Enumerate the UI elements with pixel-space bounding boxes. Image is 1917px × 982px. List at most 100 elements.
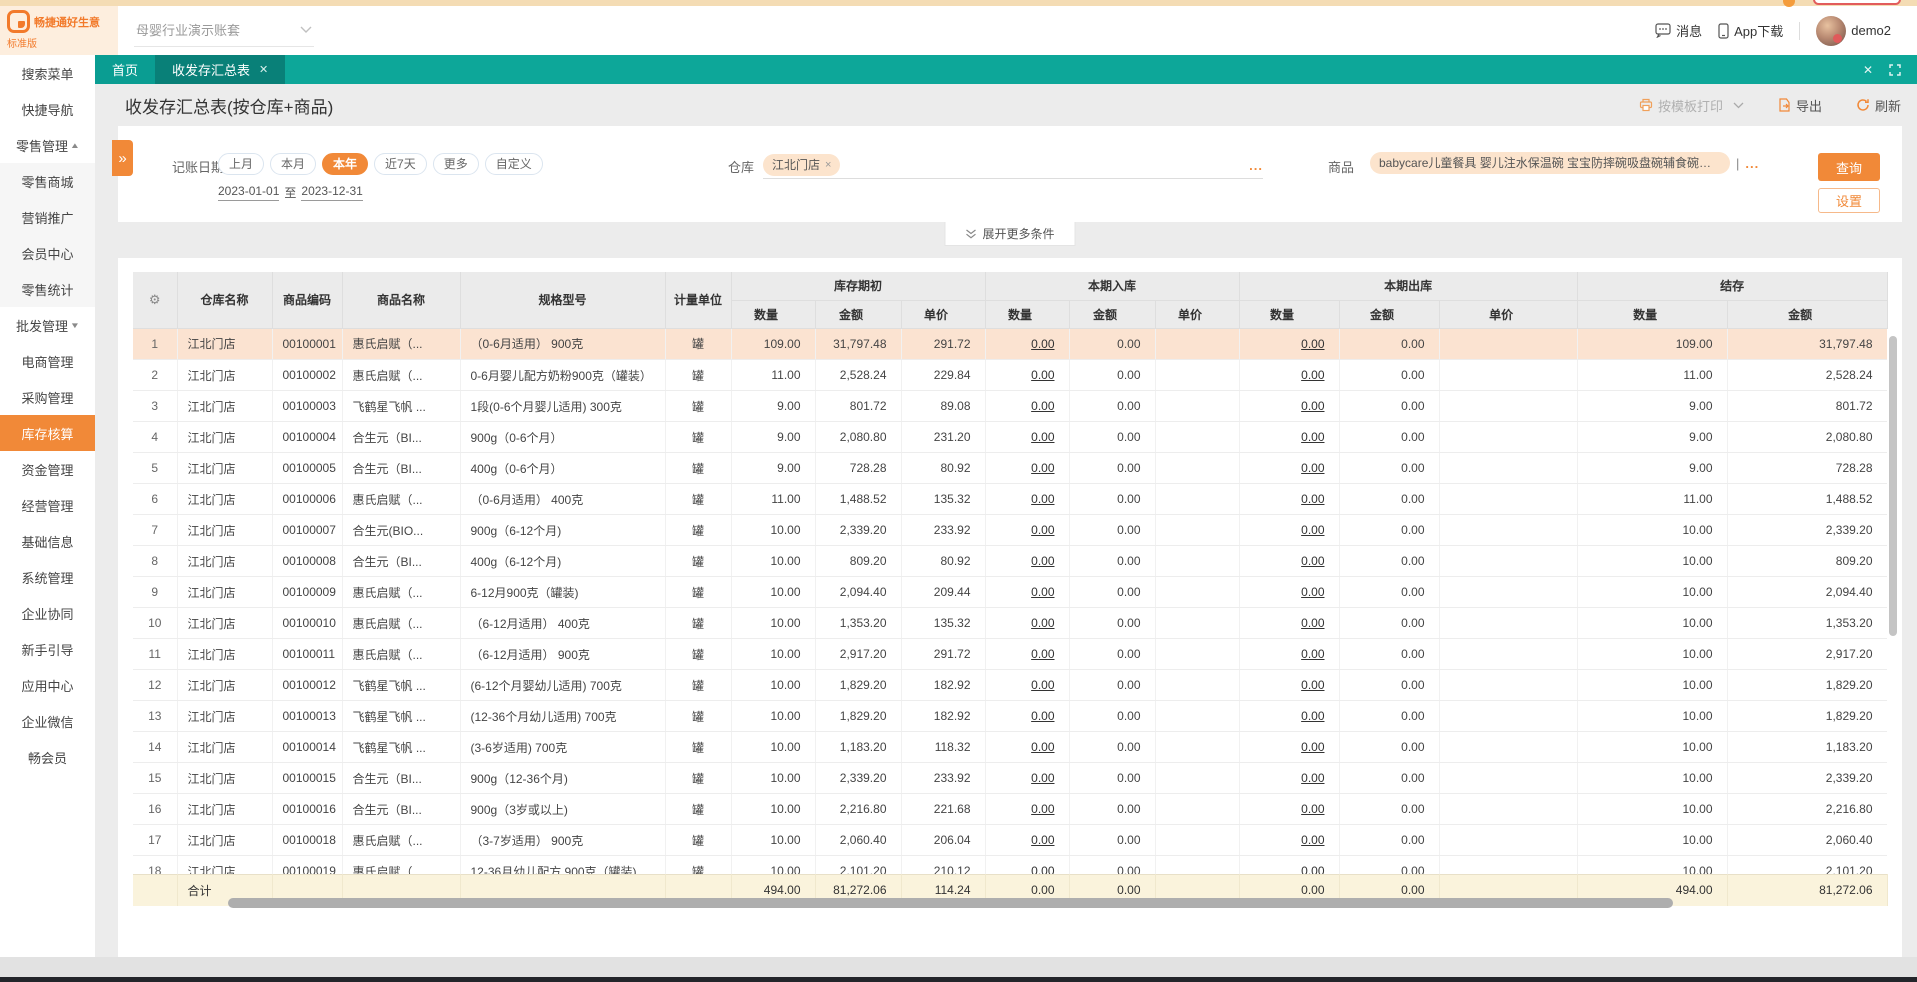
sidebar-item-新手引导[interactable]: 新手引导 bbox=[0, 631, 95, 667]
sidebar-item-基础信息[interactable]: 基础信息 bbox=[0, 523, 95, 559]
quantity-drill-link[interactable]: 0.00 bbox=[1031, 399, 1054, 413]
cell-i_qty[interactable]: 0.00 bbox=[985, 762, 1070, 794]
cell-i_qty[interactable]: 0.00 bbox=[985, 545, 1070, 577]
vertical-scrollbar-thumb[interactable] bbox=[1889, 336, 1897, 636]
expand-more-conditions-button[interactable]: 展开更多条件 bbox=[944, 222, 1076, 246]
cell-o_qty[interactable]: 0.00 bbox=[1239, 731, 1340, 763]
sidebar-item-资金管理[interactable]: 资金管理 bbox=[0, 451, 95, 487]
quantity-drill-link[interactable]: 0.00 bbox=[1031, 461, 1054, 475]
table-row[interactable]: 1 江北门店 00100001 惠氏启赋（... （0-6月适用） 900克罐 109.0… bbox=[133, 328, 1887, 360]
cell-i_qty[interactable]: 0.00 bbox=[985, 483, 1070, 515]
table-row[interactable]: 8 江北门店 00100008 合生元（BI... 400g（6-12个月) 罐 10.00… bbox=[133, 545, 1887, 577]
quantity-drill-link[interactable]: 0.00 bbox=[1301, 523, 1324, 537]
cell-o_qty[interactable]: 0.00 bbox=[1239, 359, 1340, 391]
warehouse-more-button[interactable]: ... bbox=[1249, 158, 1263, 173]
cell-i_qty[interactable]: 0.00 bbox=[985, 638, 1070, 670]
quantity-drill-link[interactable]: 0.00 bbox=[1031, 430, 1054, 444]
sidebar-item-零售统计[interactable]: 零售统计 bbox=[0, 271, 95, 307]
cell-i_qty[interactable]: 0.00 bbox=[985, 855, 1070, 874]
sidebar-item-搜索菜单[interactable]: 搜索菜单 bbox=[0, 55, 95, 91]
table-row[interactable]: 18 江北门店 00100019 惠氏启赋（... 12-36月幼儿配方 900克（罐装… bbox=[133, 855, 1887, 874]
quantity-drill-link[interactable]: 0.00 bbox=[1031, 647, 1054, 661]
cell-o_qty[interactable]: 0.00 bbox=[1239, 545, 1340, 577]
sidebar-item-应用中心[interactable]: 应用中心 bbox=[0, 667, 95, 703]
warehouse-input[interactable]: 江北门店 × ... bbox=[763, 152, 1263, 179]
cell-i_qty[interactable]: 0.00 bbox=[985, 793, 1070, 825]
quantity-drill-link[interactable]: 0.00 bbox=[1031, 678, 1054, 692]
tab-首页[interactable]: 首页 bbox=[95, 55, 156, 84]
quantity-drill-link[interactable]: 0.00 bbox=[1031, 771, 1054, 785]
quantity-drill-link[interactable]: 0.00 bbox=[1301, 647, 1324, 661]
quantity-drill-link[interactable]: 0.00 bbox=[1301, 585, 1324, 599]
tab-收发存汇总表[interactable]: 收发存汇总表 ✕ bbox=[155, 55, 286, 84]
sidebar-item-经营管理[interactable]: 经营管理 bbox=[0, 487, 95, 523]
cell-i_qty[interactable]: 0.00 bbox=[985, 731, 1070, 763]
quantity-drill-link[interactable]: 0.00 bbox=[1301, 430, 1324, 444]
cell-i_qty[interactable]: 0.00 bbox=[985, 607, 1070, 639]
refresh-button[interactable]: 刷新 bbox=[1856, 96, 1901, 115]
cell-o_qty[interactable]: 0.00 bbox=[1239, 669, 1340, 701]
close-all-tabs-icon[interactable]: ✕ bbox=[1863, 63, 1873, 77]
sidebar-item-零售商城[interactable]: 零售商城 bbox=[0, 163, 95, 199]
quantity-drill-link[interactable]: 0.00 bbox=[1301, 802, 1324, 816]
quantity-drill-link[interactable]: 0.00 bbox=[1301, 492, 1324, 506]
cell-o_qty[interactable]: 0.00 bbox=[1239, 421, 1340, 453]
export-button[interactable]: 导出 bbox=[1778, 96, 1822, 115]
query-button[interactable]: 查询 bbox=[1818, 153, 1880, 181]
cell-i_qty[interactable]: 0.00 bbox=[985, 824, 1070, 856]
quantity-drill-link[interactable]: 0.00 bbox=[1301, 554, 1324, 568]
table-row[interactable]: 4 江北门店 00100004 合生元（BI... 900g（0-6个月）罐 9.00 2,… bbox=[133, 421, 1887, 453]
table-row[interactable]: 3 江北门店 00100003 飞鹤星飞帆 ... 1段(0-6个月婴儿适用) 300克… bbox=[133, 390, 1887, 422]
sidebar-item-电商管理[interactable]: 电商管理 bbox=[0, 343, 95, 379]
app-logo[interactable]: 畅捷通好生意 标准版 bbox=[0, 6, 118, 55]
cell-i_qty[interactable]: 0.00 bbox=[985, 700, 1070, 732]
table-row[interactable]: 13 江北门店 00100013 飞鹤星飞帆 ... (12-36个月幼儿适用) 700… bbox=[133, 700, 1887, 732]
sidebar-item-库存核算[interactable]: 库存核算 bbox=[0, 415, 95, 451]
table-row[interactable]: 11 江北门店 00100011 惠氏启赋（... （6-12月适用） 900克罐 10.… bbox=[133, 638, 1887, 670]
date-start-value[interactable]: 2023-01-01 bbox=[218, 184, 280, 201]
table-row[interactable]: 12 江北门店 00100012 飞鹤星飞帆 ... (6-12个月婴幼儿适用) 700… bbox=[133, 669, 1887, 701]
warehouse-tag-close-icon[interactable]: × bbox=[825, 154, 831, 176]
quantity-drill-link[interactable]: 0.00 bbox=[1031, 802, 1054, 816]
quantity-drill-link[interactable]: 0.00 bbox=[1301, 678, 1324, 692]
date-preset-本月[interactable]: 本月 bbox=[270, 153, 317, 175]
sidebar-item-采购管理[interactable]: 采购管理 bbox=[0, 379, 95, 415]
cell-i_qty[interactable]: 0.00 bbox=[985, 452, 1070, 484]
cell-i_qty[interactable]: 0.00 bbox=[985, 359, 1070, 391]
date-preset-上月[interactable]: 上月 bbox=[218, 153, 265, 175]
table-row[interactable]: 7 江北门店 00100007 合生元(BIO... 900g（6-12个月) 罐 10.0… bbox=[133, 514, 1887, 546]
date-preset-自定义[interactable]: 自定义 bbox=[484, 153, 543, 175]
table-row[interactable]: 2 江北门店 00100002 惠氏启赋（... 0-6月婴儿配方奶粉900克（罐装）罐… bbox=[133, 359, 1887, 391]
sidebar-item-营销推广[interactable]: 营销推广 bbox=[0, 199, 95, 235]
cell-o_qty[interactable]: 0.00 bbox=[1239, 607, 1340, 639]
sidebar-item-畅会员[interactable]: 畅会员 bbox=[0, 739, 95, 775]
quantity-drill-link[interactable]: 0.00 bbox=[1031, 523, 1054, 537]
print-dropdown-toggle[interactable] bbox=[1733, 102, 1744, 109]
cell-i_qty[interactable]: 0.00 bbox=[985, 669, 1070, 701]
gear-icon[interactable]: ⚙ bbox=[149, 292, 161, 307]
quantity-drill-link[interactable]: 0.00 bbox=[1301, 399, 1324, 413]
quantity-drill-link[interactable]: 0.00 bbox=[1031, 740, 1054, 754]
quantity-drill-link[interactable]: 0.00 bbox=[1031, 616, 1054, 630]
table-row[interactable]: 5 江北门店 00100005 合生元（BI... 400g（0-6个月）罐 9.00 72… bbox=[133, 452, 1887, 484]
quantity-drill-link[interactable]: 0.00 bbox=[1031, 864, 1054, 874]
sidebar-item-企业协同[interactable]: 企业协同 bbox=[0, 595, 95, 631]
cell-i_qty[interactable]: 0.00 bbox=[985, 514, 1070, 546]
quantity-drill-link[interactable]: 0.00 bbox=[1031, 368, 1054, 382]
quantity-drill-link[interactable]: 0.00 bbox=[1031, 709, 1054, 723]
quantity-drill-link[interactable]: 0.00 bbox=[1031, 585, 1054, 599]
product-more-button[interactable]: ... bbox=[1745, 156, 1759, 171]
messages-button[interactable]: 消息 bbox=[1655, 21, 1702, 40]
cell-o_qty[interactable]: 0.00 bbox=[1239, 762, 1340, 794]
cell-o_qty[interactable]: 0.00 bbox=[1239, 514, 1340, 546]
sidebar-item-批发管理[interactable]: 批发管理 ▼ bbox=[0, 307, 95, 343]
quantity-drill-link[interactable]: 0.00 bbox=[1031, 833, 1054, 847]
quantity-drill-link[interactable]: 0.00 bbox=[1301, 616, 1324, 630]
cell-o_qty[interactable]: 0.00 bbox=[1239, 855, 1340, 874]
sidebar-item-系统管理[interactable]: 系统管理 bbox=[0, 559, 95, 595]
cell-i_qty[interactable]: 0.00 bbox=[985, 328, 1070, 360]
cell-o_qty[interactable]: 0.00 bbox=[1239, 328, 1340, 360]
table-row[interactable]: 6 江北门店 00100006 惠氏启赋（... （0-6月适用） 400克罐 11.00… bbox=[133, 483, 1887, 515]
sidebar-item-企业微信[interactable]: 企业微信 bbox=[0, 703, 95, 739]
column-settings-gear[interactable]: ⚙ bbox=[133, 272, 178, 329]
